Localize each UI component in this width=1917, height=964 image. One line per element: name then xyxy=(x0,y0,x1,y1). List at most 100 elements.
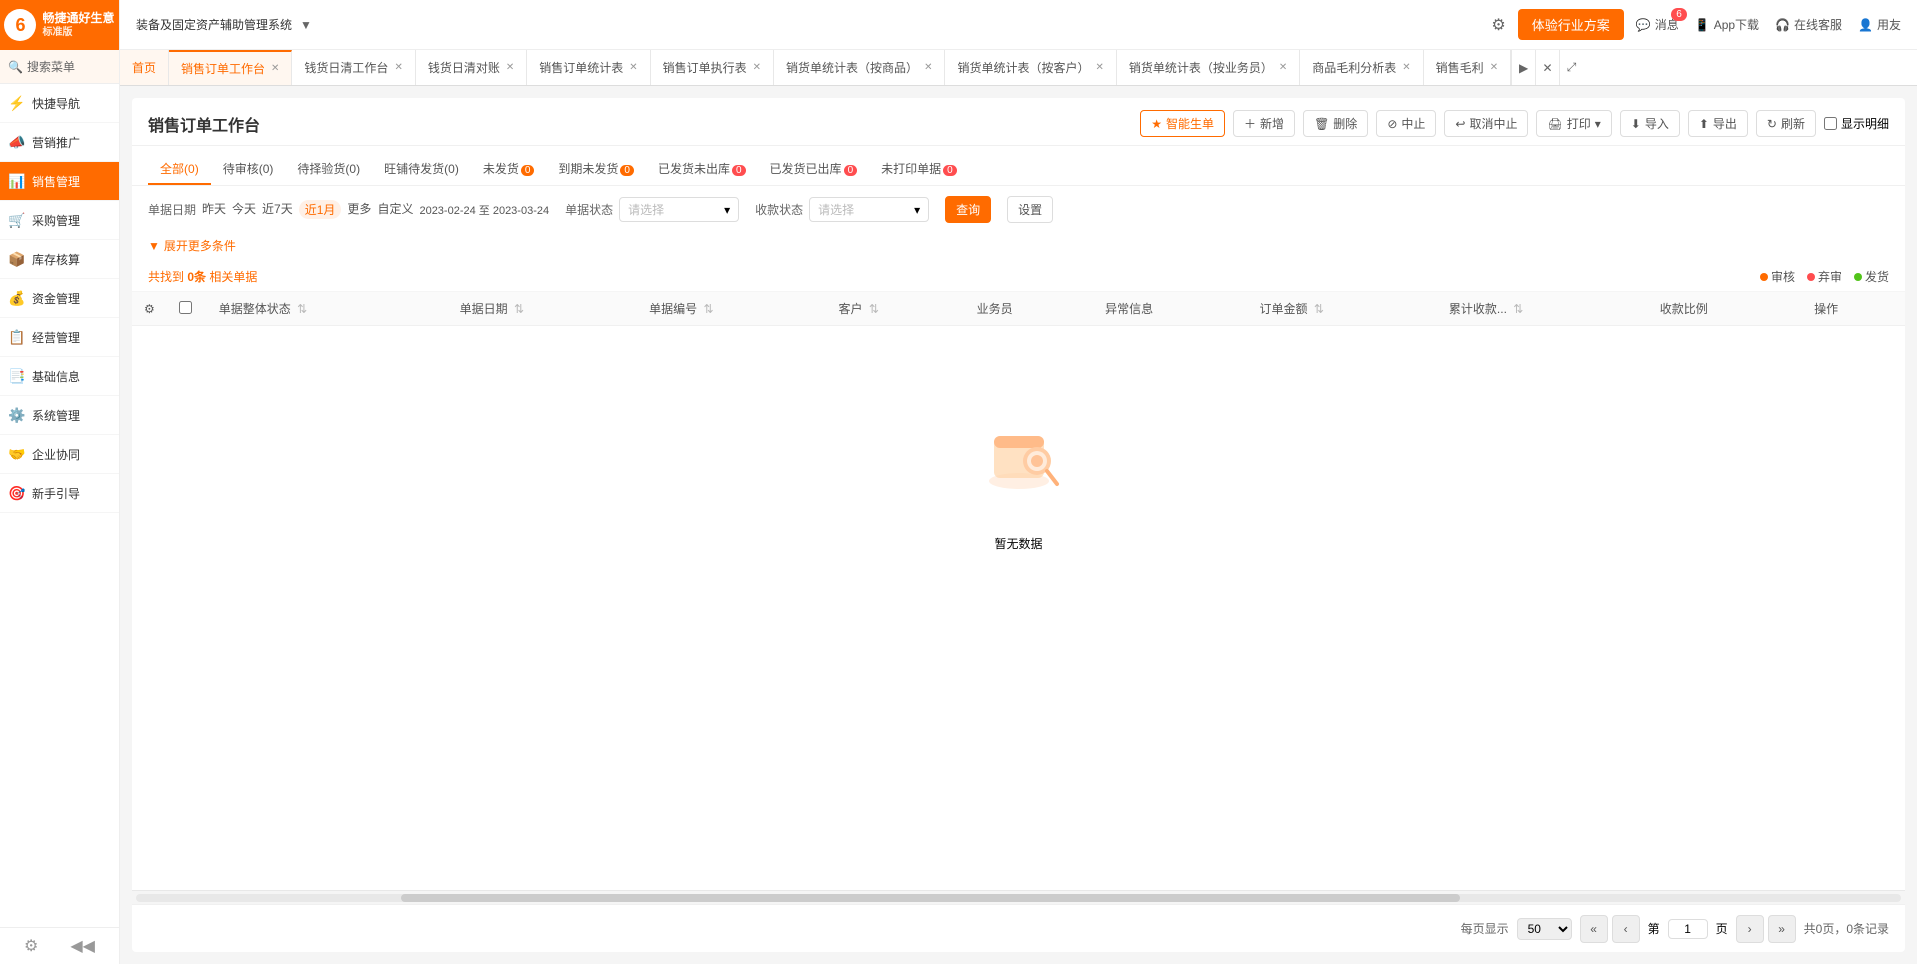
subtab-all[interactable]: 全部(0) xyxy=(148,154,211,185)
sidebar-settings-btn[interactable]: ⚙ xyxy=(24,936,38,956)
date-today[interactable]: 今天 xyxy=(232,200,256,219)
select-all-checkbox[interactable] xyxy=(179,301,192,314)
tab-close-sales-stat[interactable]: ✕ xyxy=(629,62,637,73)
tab-close-cash-reconcile[interactable]: ✕ xyxy=(506,62,514,73)
search-icon: 🔍 xyxy=(8,60,23,74)
tab-maximize-btn[interactable]: ⤢ xyxy=(1559,50,1583,86)
date-yesterday[interactable]: 昨天 xyxy=(202,200,226,219)
tab-close-sales-staff-stat[interactable]: ✕ xyxy=(1279,62,1287,73)
pause-btn[interactable]: ⊘ 中止 xyxy=(1376,110,1436,137)
status-select[interactable]: 请选择 ▾ xyxy=(619,197,739,222)
sidebar-item-sales[interactable]: 📊 销售管理 xyxy=(0,162,119,201)
tab-sales-product-stat[interactable]: 销货单统计表（按商品） ✕ xyxy=(774,50,945,86)
subtab-not-printed[interactable]: 未打印单据0 xyxy=(869,154,969,185)
date-more[interactable]: 更多 xyxy=(347,200,371,219)
expand-filter-btn[interactable]: ▼ 展开更多条件 xyxy=(148,237,1889,254)
refresh-btn[interactable]: ↻ 刷新 xyxy=(1756,110,1816,137)
sidebar-item-promo[interactable]: 📣 营销推广 xyxy=(0,123,119,162)
cancel-pause-btn[interactable]: ↩ 取消中止 xyxy=(1444,110,1528,137)
user-menu-btn[interactable]: 👤 用友 xyxy=(1858,16,1901,33)
sidebar-item-system[interactable]: ⚙️ 系统管理 xyxy=(0,396,119,435)
tab-sales-order[interactable]: 销售订单工作台 ✕ xyxy=(169,50,292,86)
sidebar-item-basic-info[interactable]: 📑 基础信息 xyxy=(0,357,119,396)
tab-close-all-btn[interactable]: ✕ xyxy=(1535,50,1559,86)
sort-date-icon[interactable]: ⇅ xyxy=(514,302,524,316)
col-check-header[interactable] xyxy=(167,292,207,326)
page-input[interactable] xyxy=(1668,919,1708,939)
tab-close-sales-customer-stat[interactable]: ✕ xyxy=(1095,62,1103,73)
col-settings[interactable]: ⚙ xyxy=(132,292,167,326)
topbar-gear-btn[interactable]: ⚙ xyxy=(1491,15,1505,35)
scroll-thumb[interactable] xyxy=(401,894,1460,902)
tab-sales-profit[interactable]: 销售毛利 ✕ xyxy=(1424,50,1511,86)
tab-sales-exec[interactable]: 销售订单执行表 ✕ xyxy=(651,50,774,86)
smart-generate-btn[interactable]: ★ 智能生单 xyxy=(1140,110,1225,137)
tab-close-gross-profit[interactable]: ✕ xyxy=(1402,62,1410,73)
page-first-btn[interactable]: « xyxy=(1580,915,1608,943)
sort-status-icon[interactable]: ⇅ xyxy=(297,302,307,316)
subtab-wangpu[interactable]: 旺铺待发货(0) xyxy=(372,154,471,185)
revoke-action-btn[interactable]: 弃审 xyxy=(1807,268,1842,285)
subtab-pending-review[interactable]: 待审核(0) xyxy=(211,154,286,185)
tab-close-sales-product-stat[interactable]: ✕ xyxy=(924,62,932,73)
topbar-dropdown-btn[interactable]: ▼ xyxy=(300,18,312,32)
message-btn[interactable]: 💬 消息 6 xyxy=(1636,16,1679,33)
print-btn[interactable]: 🖨 打印 ▾ xyxy=(1536,110,1611,137)
sidebar-search[interactable]: 🔍 搜索菜单 xyxy=(0,50,119,84)
tab-cash-daily[interactable]: 钱货日清工作台 ✕ xyxy=(292,50,415,86)
page-last-btn[interactable]: » xyxy=(1768,915,1796,943)
subtab-not-shipped[interactable]: 未发货0 xyxy=(471,154,547,185)
sidebar-item-operation[interactable]: 📋 经营管理 xyxy=(0,318,119,357)
tab-close-sales-exec[interactable]: ✕ xyxy=(753,62,761,73)
tab-close-sales-order[interactable]: ✕ xyxy=(271,63,279,74)
tab-close-cash-daily[interactable]: ✕ xyxy=(394,62,402,73)
tab-home[interactable]: 首页 xyxy=(120,50,169,86)
expand-filter-row: ▼ 展开更多条件 xyxy=(132,233,1905,262)
tab-sales-staff-stat[interactable]: 销货单统计表（按业务员） ✕ xyxy=(1117,50,1300,86)
subtab-pending-inspect[interactable]: 待择验货(0) xyxy=(285,154,372,185)
payment-select[interactable]: 请选择 ▾ xyxy=(809,197,929,222)
export-btn[interactable]: ⬆ 导出 xyxy=(1688,110,1748,137)
tab-prev-btn[interactable]: ▶ xyxy=(1511,50,1535,86)
audit-action-btn[interactable]: 审核 xyxy=(1760,268,1795,285)
tab-sales-customer-stat[interactable]: 销货单统计表（按客户） ✕ xyxy=(945,50,1116,86)
add-btn[interactable]: ＋ 新增 xyxy=(1233,110,1295,137)
import-btn[interactable]: ⬇ 导入 xyxy=(1620,110,1680,137)
sidebar-item-inventory[interactable]: 📦 库存核算 xyxy=(0,240,119,279)
sort-customer-icon[interactable]: ⇅ xyxy=(869,302,879,316)
sidebar-item-quick-nav[interactable]: ⚡ 快捷导航 xyxy=(0,84,119,123)
tab-gross-profit[interactable]: 商品毛利分析表 ✕ xyxy=(1300,50,1423,86)
page-size-select[interactable]: 50 10 20 100 xyxy=(1517,918,1572,940)
show-detail-checkbox[interactable]: 显示明细 xyxy=(1824,115,1889,132)
pagination: 每页显示 50 10 20 100 « ‹ 第 页 › » 共0页，0条记录 xyxy=(132,904,1905,952)
online-service-btn[interactable]: 🎧 在线客服 xyxy=(1775,16,1842,33)
sort-amount-icon[interactable]: ⇅ xyxy=(1314,302,1324,316)
show-detail-input[interactable] xyxy=(1824,117,1837,130)
subtab-shipped-not-out[interactable]: 已发货未出库0 xyxy=(646,154,758,185)
date-7days[interactable]: 近7天 xyxy=(262,200,293,219)
delete-btn[interactable]: 🗑 删除 xyxy=(1303,110,1368,137)
sidebar-collapse-btn[interactable]: ◀◀ xyxy=(70,936,95,956)
horizontal-scroll[interactable] xyxy=(132,890,1905,904)
sidebar-item-finance[interactable]: 💰 资金管理 xyxy=(0,279,119,318)
subtab-expired-not-shipped[interactable]: 到期未发货0 xyxy=(546,154,646,185)
sort-collected-icon[interactable]: ⇅ xyxy=(1513,302,1523,316)
filter-settings-btn[interactable]: 设置 xyxy=(1007,196,1053,223)
sidebar-item-guide[interactable]: 🎯 新手引导 xyxy=(0,474,119,513)
date-custom[interactable]: 自定义 xyxy=(377,200,413,219)
refresh-icon: ↻ xyxy=(1767,117,1777,131)
page-next-btn[interactable]: › xyxy=(1736,915,1764,943)
sidebar-item-purchase[interactable]: 🛒 采购管理 xyxy=(0,201,119,240)
date-1month[interactable]: 近1月 xyxy=(299,200,342,219)
ship-action-btn[interactable]: 发货 xyxy=(1854,268,1889,285)
tab-sales-stat[interactable]: 销售订单统计表 ✕ xyxy=(527,50,650,86)
tab-close-sales-profit[interactable]: ✕ xyxy=(1490,62,1498,73)
sort-number-icon[interactable]: ⇅ xyxy=(703,302,713,316)
sidebar-item-enterprise[interactable]: 🤝 企业协同 xyxy=(0,435,119,474)
query-btn[interactable]: 查询 xyxy=(945,196,991,223)
app-download-btn[interactable]: 📱 App下载 xyxy=(1695,16,1759,33)
subtab-shipped-out[interactable]: 已发货已出库0 xyxy=(758,154,870,185)
tab-cash-reconcile[interactable]: 钱货日清对账 ✕ xyxy=(416,50,527,86)
trial-btn[interactable]: 体验行业方案 xyxy=(1518,9,1624,40)
page-prev-btn[interactable]: ‹ xyxy=(1612,915,1640,943)
